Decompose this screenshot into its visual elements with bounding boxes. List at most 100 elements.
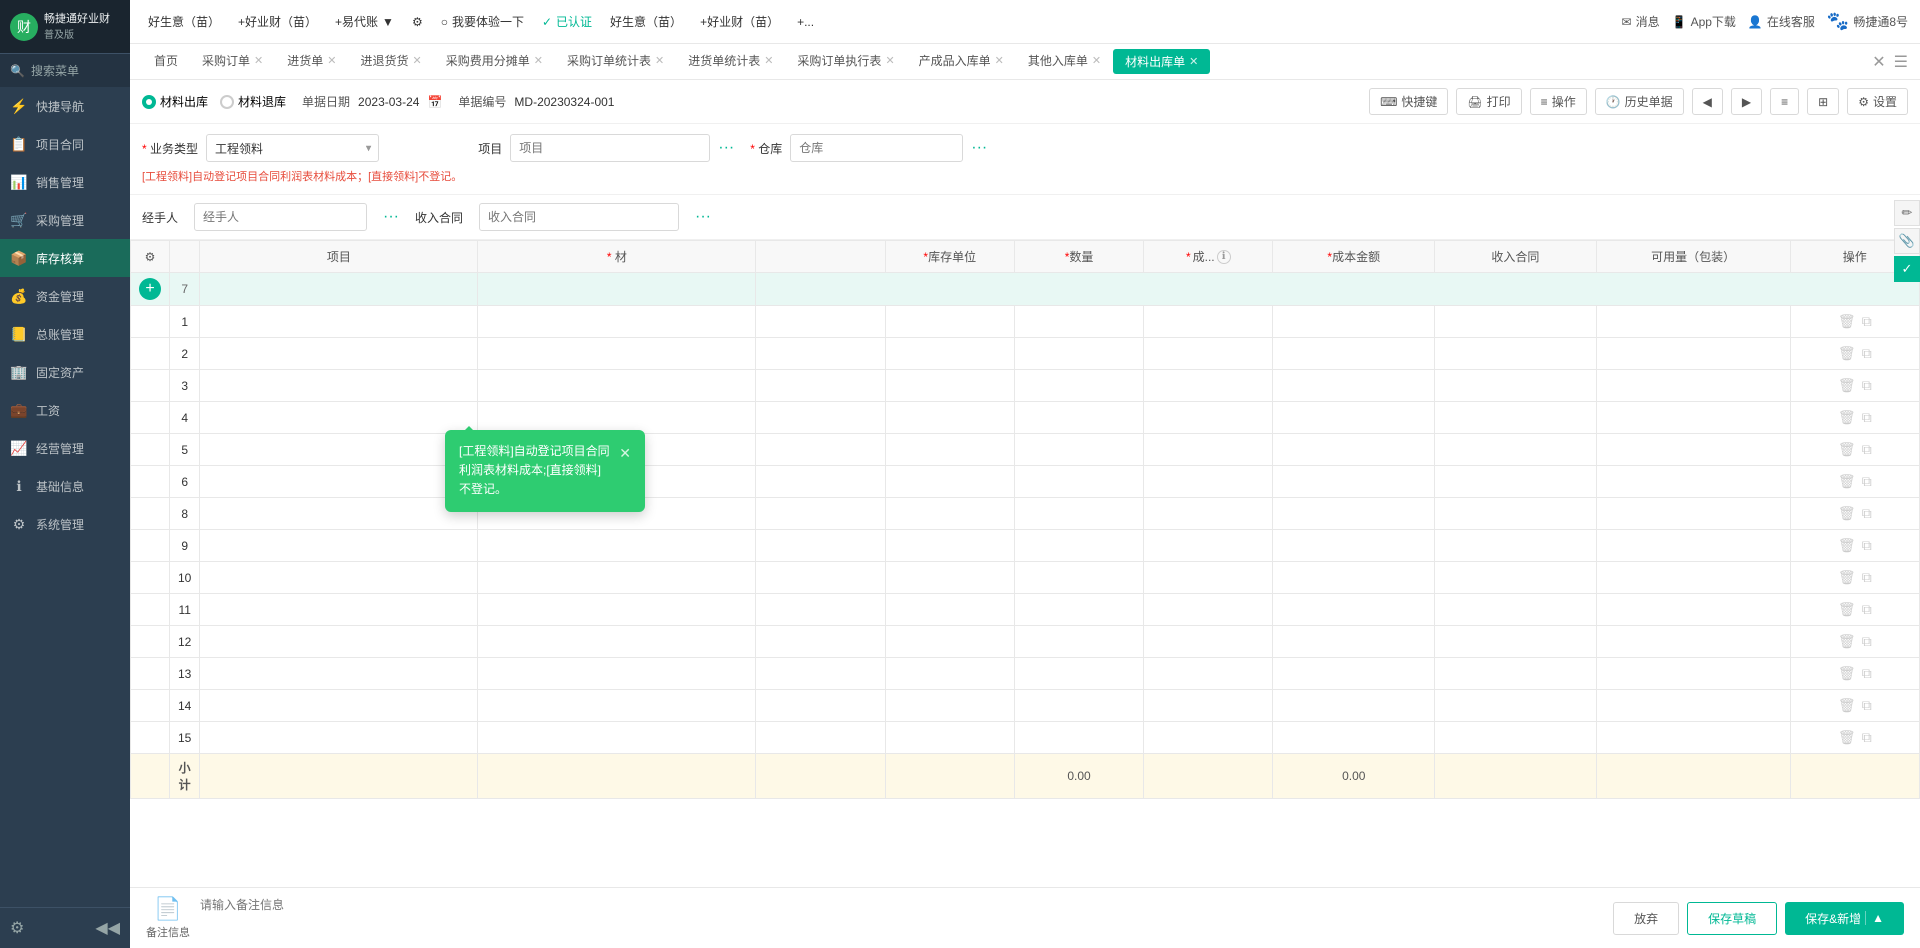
sidebar-item-purchase[interactable]: 🛒 采购管理 [0, 201, 130, 239]
agent-input[interactable] [194, 203, 367, 231]
calendar-icon[interactable]: 📅 [427, 95, 442, 109]
topbar-item-haoshengyi[interactable]: 好生意（苗） [142, 11, 226, 32]
r12-delete-icon[interactable]: 🗑 [1838, 633, 1856, 650]
online-service-button[interactable]: 👤 在线客服 [1748, 13, 1815, 30]
print-button[interactable]: 🖨 打印 [1456, 88, 1521, 115]
tab-purchase-order[interactable]: 采购订单 ✕ [190, 44, 275, 79]
sidebar-item-finance[interactable]: 💰 资金管理 [0, 277, 130, 315]
agent-more-icon[interactable]: ··· [383, 208, 399, 226]
tab-home[interactable]: 首页 [142, 44, 190, 79]
warehouse-input[interactable] [790, 134, 963, 162]
tab-material-issue[interactable]: 材料出库单 ✕ [1113, 49, 1210, 74]
sidebar-item-project-contract[interactable]: 📋 项目合同 [0, 125, 130, 163]
prev-record-button[interactable]: ◀ [1692, 88, 1723, 115]
next-record-button[interactable]: ▶ [1731, 88, 1762, 115]
tab-receipt-stats-close[interactable]: ✕ [764, 54, 773, 67]
tab-receipt[interactable]: 进货单 ✕ [275, 44, 348, 79]
shortcut-button[interactable]: ⌨ 快捷键 [1369, 88, 1448, 115]
r15-delete-icon[interactable]: 🗑 [1838, 729, 1856, 746]
view-grid-button[interactable]: ⊞ [1807, 88, 1839, 115]
r1-spec[interactable] [756, 306, 885, 338]
sidebar-item-ledger[interactable]: 📒 总账管理 [0, 315, 130, 353]
right-edit-icon[interactable]: ✏ [1894, 200, 1920, 226]
operation-button[interactable]: ≡ 操作 [1530, 88, 1587, 115]
r13-copy-icon[interactable]: ⧉ [1862, 665, 1872, 682]
r6-copy-icon[interactable]: ⧉ [1862, 473, 1872, 490]
r1-avail[interactable] [1596, 306, 1790, 338]
r9-delete-icon[interactable]: 🗑 [1838, 537, 1856, 554]
right-active-icon[interactable]: ✓ [1894, 256, 1920, 282]
r4-copy-icon[interactable]: ⧉ [1862, 409, 1872, 426]
r11-copy-icon[interactable]: ⧉ [1862, 601, 1872, 618]
app-download-button[interactable]: 📱 App下载 [1672, 13, 1736, 30]
sidebar-item-inventory[interactable]: 📦 库存核算 [0, 239, 130, 277]
sidebar-item-quick-nav[interactable]: ⚡ 快捷导航 [0, 87, 130, 125]
r5-copy-icon[interactable]: ⧉ [1862, 441, 1872, 458]
tab-purchase-stats[interactable]: 采购订单统计表 ✕ [555, 44, 676, 79]
income-contract-more-icon[interactable]: ··· [695, 208, 711, 226]
sidebar-item-search[interactable]: 🔍 搜索菜单 [0, 54, 130, 87]
r15-copy-icon[interactable]: ⧉ [1862, 729, 1872, 746]
sidebar-item-payroll[interactable]: 💼 工资 [0, 391, 130, 429]
r11-delete-icon[interactable]: 🗑 [1838, 601, 1856, 618]
r3-delete-icon[interactable]: 🗑 [1838, 377, 1856, 394]
history-button[interactable]: 🕐 历史单据 [1595, 88, 1684, 115]
sidebar-item-basic-info[interactable]: ℹ 基础信息 [0, 467, 130, 505]
tab-purchase-stats-close[interactable]: ✕ [655, 54, 664, 67]
r3-copy-icon[interactable]: ⧉ [1862, 377, 1872, 394]
sidebar-item-sales[interactable]: 📊 销售管理 [0, 163, 130, 201]
business-type-input[interactable] [206, 134, 379, 162]
topbar-item-experience[interactable]: ○ 我要体验一下 [435, 11, 530, 32]
tab-purchase-fee[interactable]: 采购费用分摊单 ✕ [434, 44, 555, 79]
tab-receipt-close[interactable]: ✕ [327, 54, 336, 67]
income-contract-input[interactable] [479, 203, 679, 231]
tab-return[interactable]: 进退货货 ✕ [348, 44, 433, 79]
topbar-item-yidaizhang[interactable]: +易代账 ▼ [329, 11, 400, 32]
add-row-material[interactable] [478, 273, 756, 306]
r4-delete-icon[interactable]: 🗑 [1838, 409, 1856, 426]
r1-contract[interactable] [1435, 306, 1597, 338]
sidebar-item-operations[interactable]: 📈 经营管理 [0, 429, 130, 467]
topbar-item-haoyecai[interactable]: +好业财（苗） [232, 11, 323, 32]
col-settings[interactable]: ⚙ [131, 241, 170, 273]
save-new-dropdown-icon[interactable]: ▲ [1865, 911, 1884, 925]
sidebar-item-system[interactable]: ⚙ 系统管理 [0, 505, 130, 543]
settings-button[interactable]: ⚙ 设置 [1847, 88, 1908, 115]
r1-cost-amt[interactable] [1273, 306, 1435, 338]
r10-delete-icon[interactable]: 🗑 [1838, 569, 1856, 586]
tab-other-receipt-close[interactable]: ✕ [1092, 54, 1101, 67]
add-row-button[interactable]: + [139, 278, 161, 300]
topbar-item-hyc2[interactable]: +好业财（苗） [694, 11, 785, 32]
r6-delete-icon[interactable]: 🗑 [1838, 473, 1856, 490]
tab-menu-icon[interactable]: ☰ [1894, 52, 1908, 72]
tab-finished-goods-close[interactable]: ✕ [995, 54, 1004, 67]
r2-delete-icon[interactable]: 🗑 [1838, 345, 1856, 362]
sidebar-item-fixed-assets[interactable]: 🏢 固定资产 [0, 353, 130, 391]
topbar-item-hs2[interactable]: 好生意（苗） [604, 11, 688, 32]
tab-purchase-fee-close[interactable]: ✕ [534, 54, 543, 67]
right-clip-icon[interactable]: 📎 [1894, 228, 1920, 254]
topbar-item-certified[interactable]: ✓ 已认证 [536, 11, 598, 32]
save-draft-button[interactable]: 保存草稿 [1687, 902, 1777, 935]
r14-delete-icon[interactable]: 🗑 [1838, 697, 1856, 714]
tab-return-close[interactable]: ✕ [413, 54, 422, 67]
save-new-button[interactable]: 保存&新增 ▲ [1785, 902, 1904, 935]
r1-qty[interactable] [1014, 306, 1143, 338]
r1-unit[interactable] [885, 306, 1014, 338]
cost-price-info-icon[interactable]: ℹ [1217, 250, 1231, 264]
r8-delete-icon[interactable]: 🗑 [1838, 505, 1856, 522]
r1-material[interactable] [478, 306, 756, 338]
r1-cost[interactable] [1144, 306, 1273, 338]
r1-project[interactable] [200, 306, 478, 338]
r1-delete-icon[interactable]: 🗑 [1838, 313, 1856, 330]
tab-receipt-stats[interactable]: 进货单统计表 ✕ [676, 44, 785, 79]
project-input[interactable] [510, 134, 710, 162]
r12-copy-icon[interactable]: ⧉ [1862, 633, 1872, 650]
tab-finished-goods[interactable]: 产成品入库单 ✕ [907, 44, 1016, 79]
topbar-item-more[interactable]: +... [791, 13, 820, 31]
discard-button[interactable]: 放弃 [1613, 902, 1679, 935]
view-list-button[interactable]: ≡ [1770, 88, 1799, 115]
r5-delete-icon[interactable]: 🗑 [1838, 441, 1856, 458]
project-more-icon[interactable]: ··· [718, 139, 734, 157]
tab-purchase-exec[interactable]: 采购订单执行表 ✕ [785, 44, 906, 79]
